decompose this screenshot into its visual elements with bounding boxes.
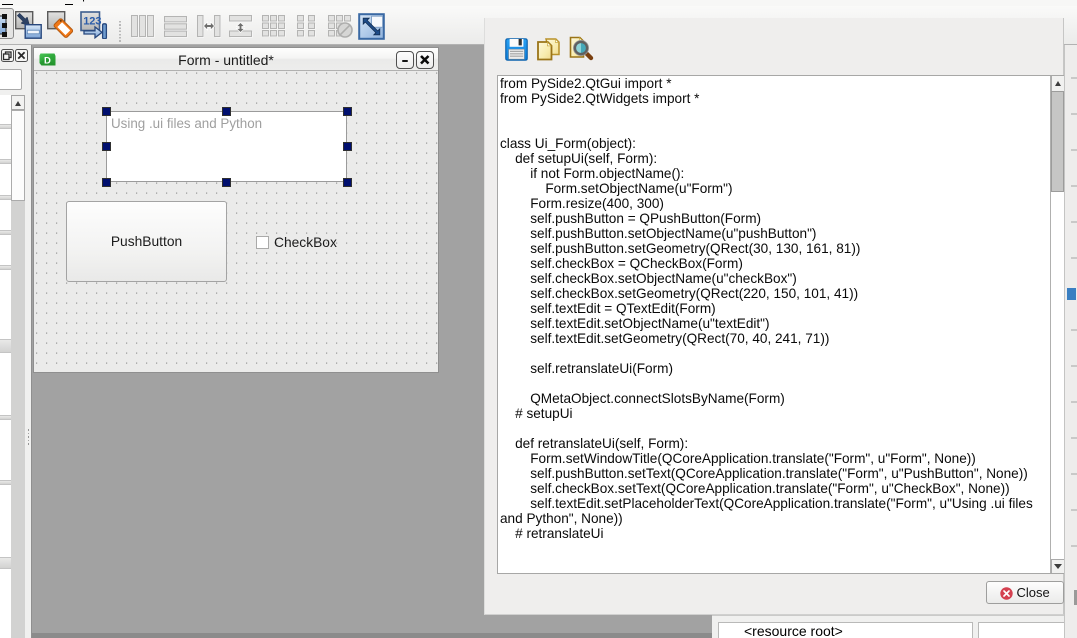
svg-text:123: 123	[83, 16, 101, 28]
svg-text:D: D	[44, 55, 51, 66]
